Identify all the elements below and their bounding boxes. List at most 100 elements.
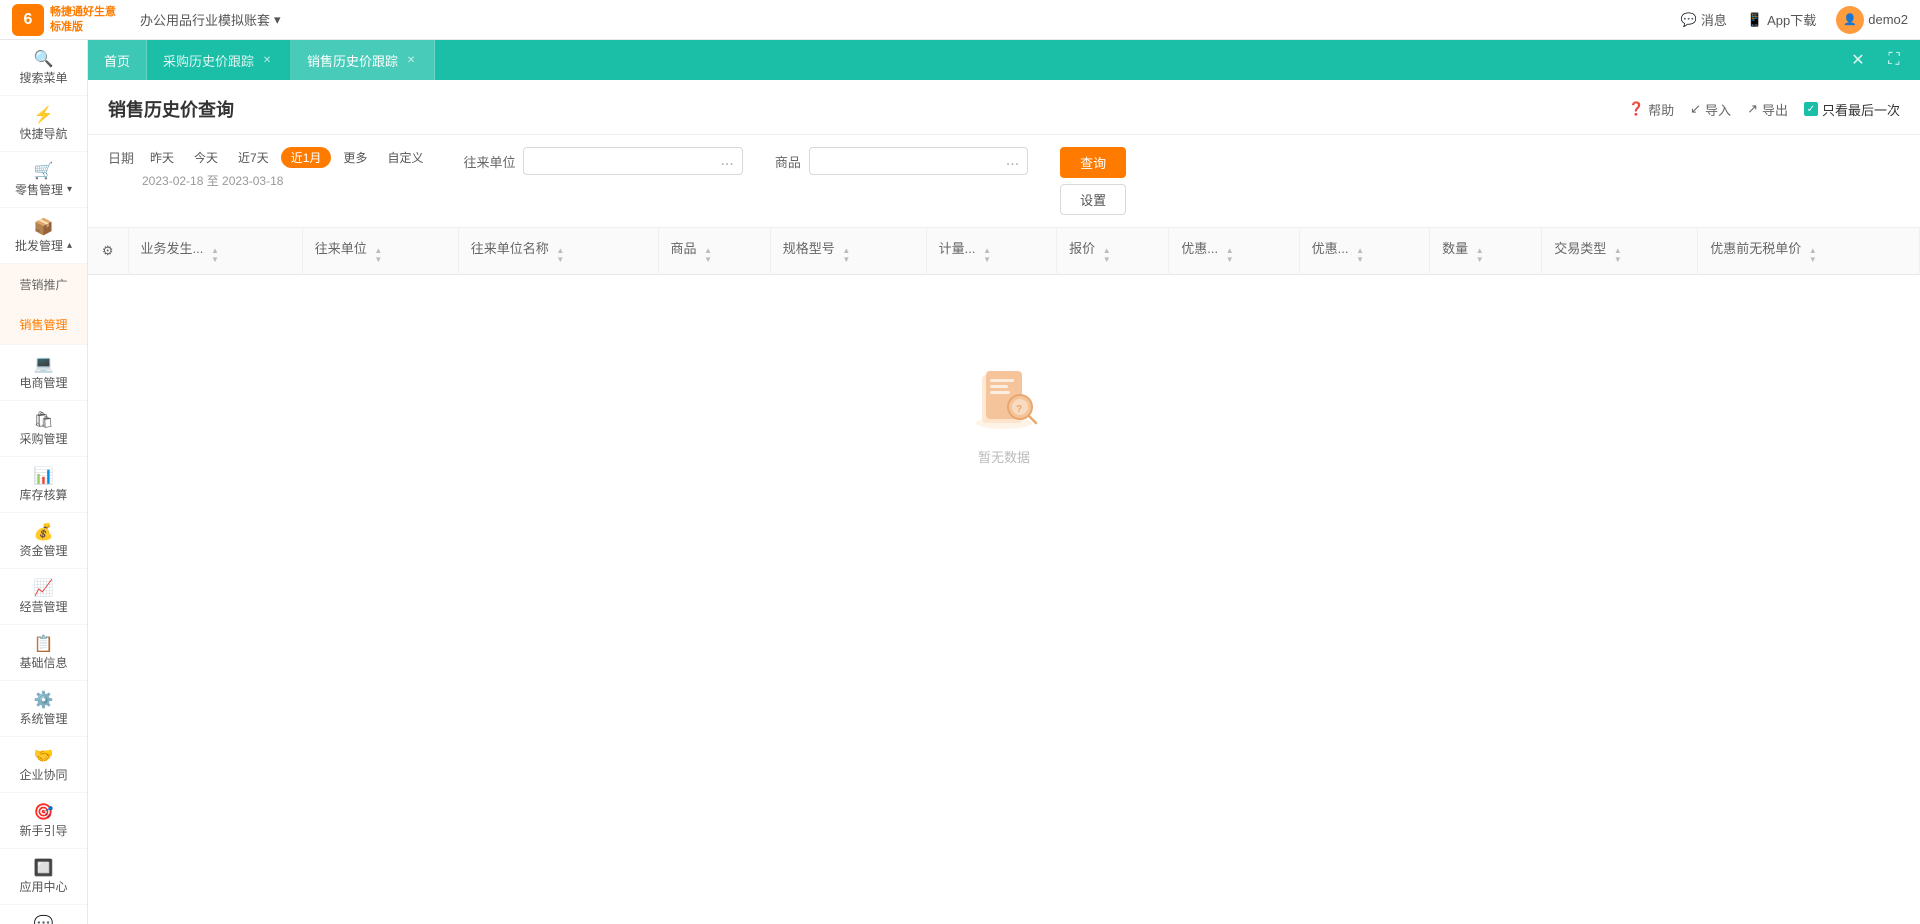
col-price[interactable]: 报价 ▲▼ [1057, 228, 1169, 275]
message-label: 消息 [1701, 10, 1727, 29]
data-table: ⚙ 业务发生... ▲▼ 往来单位 ▲▼ 往来单位名称 [88, 228, 1920, 275]
last-only-label: 只看最后一次 [1822, 100, 1900, 119]
empty-icon: ? [964, 355, 1044, 435]
sidebar-label-shortcuts: 快捷导航 [19, 125, 67, 142]
table-area: ⚙ 业务发生... ▲▼ 往来单位 ▲▼ 往来单位名称 [88, 228, 1920, 924]
sidebar-item-system[interactable]: ⚙️ 系统管理 [0, 681, 87, 737]
sidebar-item-purchase[interactable]: 🛍 采购管理 [0, 401, 87, 457]
sidebar-item-appstore[interactable]: 🔲 应用中心 [0, 849, 87, 905]
last-only-checkbox[interactable]: ✓ 只看最后一次 [1804, 100, 1900, 119]
date-opt-yesterday[interactable]: 昨天 [142, 147, 182, 168]
tab-purchase-label: 采购历史价跟踪 [163, 51, 254, 70]
chevron-down-icon: ▾ [67, 184, 72, 195]
date-opt-1month[interactable]: 近1月 [281, 147, 332, 168]
col-settings[interactable]: ⚙ [88, 228, 128, 275]
sidebar-item-inventory[interactable]: 📊 库存核算 [0, 457, 87, 513]
sidebar-item-operations[interactable]: 📈 经营管理 [0, 569, 87, 625]
sort-icon: ▲▼ [1809, 246, 1817, 264]
date-range-display: 2023-02-18 至 2023-03-18 [142, 174, 283, 188]
gear-icon[interactable]: ⚙ [102, 243, 114, 258]
col-partner-code[interactable]: 往来单位 ▲▼ [302, 228, 458, 275]
partner-input-wrap[interactable]: ... [523, 147, 742, 175]
date-opt-custom[interactable]: 自定义 [379, 147, 431, 168]
page-header: 销售历史价查询 ❓ 帮助 ↙ 导入 ↗ 导出 ✓ [88, 80, 1920, 135]
col-biz-date[interactable]: 业务发生... ▲▼ [128, 228, 302, 275]
tab-sales[interactable]: 销售历史价跟踪 ✕ [291, 40, 435, 80]
sidebar-label-guide: 新手引导 [19, 822, 67, 839]
tab-purchase-close[interactable]: ✕ [260, 53, 274, 67]
sidebar-label-search: 搜索菜单 [19, 69, 67, 86]
avatar: 👤 [1836, 6, 1864, 34]
maximize-button[interactable]: ⛶ [1880, 46, 1908, 74]
empty-state: ? 暂无数据 [88, 275, 1920, 546]
help-button[interactable]: ❓ 帮助 [1628, 100, 1674, 119]
col-product[interactable]: 商品 ▲▼ [658, 228, 770, 275]
sidebar-label-purchase: 采购管理 [19, 430, 67, 447]
account-dropdown[interactable]: 办公用品行业模拟账套 ▾ [132, 6, 289, 33]
partner-picker-icon[interactable]: ... [720, 152, 733, 170]
message-button[interactable]: 💬 消息 [1681, 10, 1727, 29]
sidebar-item-enterprise[interactable]: 🤝 企业协同 [0, 737, 87, 793]
date-opt-more[interactable]: 更多 [335, 147, 375, 168]
sidebar-item-wholesale[interactable]: 📦 批发管理 ▴ [0, 208, 87, 264]
chevron-down-icon: ▾ [274, 12, 281, 28]
tab-sales-close[interactable]: ✕ [404, 53, 418, 67]
col-discount1[interactable]: 优惠... ▲▼ [1169, 228, 1299, 275]
sidebar-item-shortcuts[interactable]: ⚡ 快捷导航 [0, 96, 87, 152]
partner-filter-label: 往来单位 [463, 152, 515, 171]
sidebar-label-operations: 经营管理 [19, 598, 67, 615]
svg-text:?: ? [1016, 404, 1022, 415]
product-input-wrap[interactable]: ... [809, 147, 1028, 175]
sidebar-label-finance: 资金管理 [19, 542, 67, 559]
date-opt-today[interactable]: 今天 [186, 147, 226, 168]
sidebar-item-ecommerce[interactable]: 💻 电商管理 [0, 345, 87, 401]
page-title: 销售历史价查询 [108, 96, 234, 122]
help-icon: ❓ [1628, 101, 1644, 117]
main-layout: 🔍 搜索菜单 ⚡ 快捷导航 🛒 零售管理 ▾ 📦 批发管理 ▴ 营销推广 [0, 40, 1920, 924]
help-label: 帮助 [1648, 100, 1674, 119]
sidebar-label-wholesale: 批发管理 [15, 237, 63, 254]
col-discount2[interactable]: 优惠... ▲▼ [1299, 228, 1429, 275]
product-input[interactable] [818, 154, 998, 169]
tab-home[interactable]: 首页 [88, 40, 147, 80]
sort-icon: ▲▼ [556, 246, 564, 264]
sidebar-item-retail[interactable]: 🛒 零售管理 ▾ [0, 152, 87, 208]
col-pre-tax-price[interactable]: 优惠前无税单价 ▲▼ [1698, 228, 1920, 275]
sidebar-item-guide[interactable]: 🎯 新手引导 [0, 793, 87, 849]
product-picker-icon[interactable]: ... [1006, 152, 1019, 170]
content-area: 首页 采购历史价跟踪 ✕ 销售历史价跟踪 ✕ ✕ ⛶ 销售历史价查询 [88, 40, 1920, 924]
page-content: 销售历史价查询 ❓ 帮助 ↙ 导入 ↗ 导出 ✓ [88, 80, 1920, 924]
account-name: 办公用品行业模拟账套 [140, 10, 270, 29]
col-trade-type[interactable]: 交易类型 ▲▼ [1542, 228, 1698, 275]
col-partner-name[interactable]: 往来单位名称 ▲▼ [458, 228, 658, 275]
product-filter-label: 商品 [775, 152, 801, 171]
partner-input[interactable] [532, 154, 712, 169]
sidebar-item-basic[interactable]: 📋 基础信息 [0, 625, 87, 681]
query-button[interactable]: 查询 [1060, 147, 1126, 178]
sidebar-label-retail: 零售管理 [15, 181, 63, 198]
sidebar-item-weixin[interactable]: 💬 企业微信 [0, 905, 87, 924]
import-button[interactable]: ↙ 导入 [1690, 100, 1731, 119]
user-menu[interactable]: 👤 demo2 [1836, 6, 1908, 34]
settings-button[interactable]: 设置 [1060, 184, 1126, 215]
logo: 6 畅捷通好生意 标准版 [12, 4, 116, 36]
sidebar-item-sales-mgmt[interactable]: 销售管理 [0, 304, 87, 344]
app-download-button[interactable]: 📱 App下载 [1747, 10, 1816, 29]
col-unit[interactable]: 计量... ▲▼ [926, 228, 1056, 275]
export-label: 导出 [1762, 100, 1788, 119]
product-filter-group: 商品 ... [775, 147, 1028, 175]
sidebar-item-marketing[interactable]: 营销推广 [0, 264, 87, 304]
close-tab-button[interactable]: ✕ [1844, 46, 1872, 74]
sidebar-item-finance[interactable]: 💰 资金管理 [0, 513, 87, 569]
date-opt-7days[interactable]: 近7天 [230, 147, 277, 168]
topbar-right: 💬 消息 📱 App下载 👤 demo2 [1681, 6, 1908, 34]
sidebar-item-search[interactable]: 🔍 搜索菜单 [0, 40, 87, 96]
sort-icon: ▲▼ [1226, 246, 1234, 264]
col-spec[interactable]: 规格型号 ▲▼ [770, 228, 926, 275]
tab-home-label: 首页 [104, 51, 130, 70]
tab-purchase[interactable]: 采购历史价跟踪 ✕ [147, 40, 291, 80]
message-icon: 💬 [1681, 12, 1697, 28]
col-quantity[interactable]: 数量 ▲▼ [1430, 228, 1542, 275]
export-button[interactable]: ↗ 导出 [1747, 100, 1788, 119]
sidebar-label-marketing: 营销推广 [19, 276, 67, 293]
